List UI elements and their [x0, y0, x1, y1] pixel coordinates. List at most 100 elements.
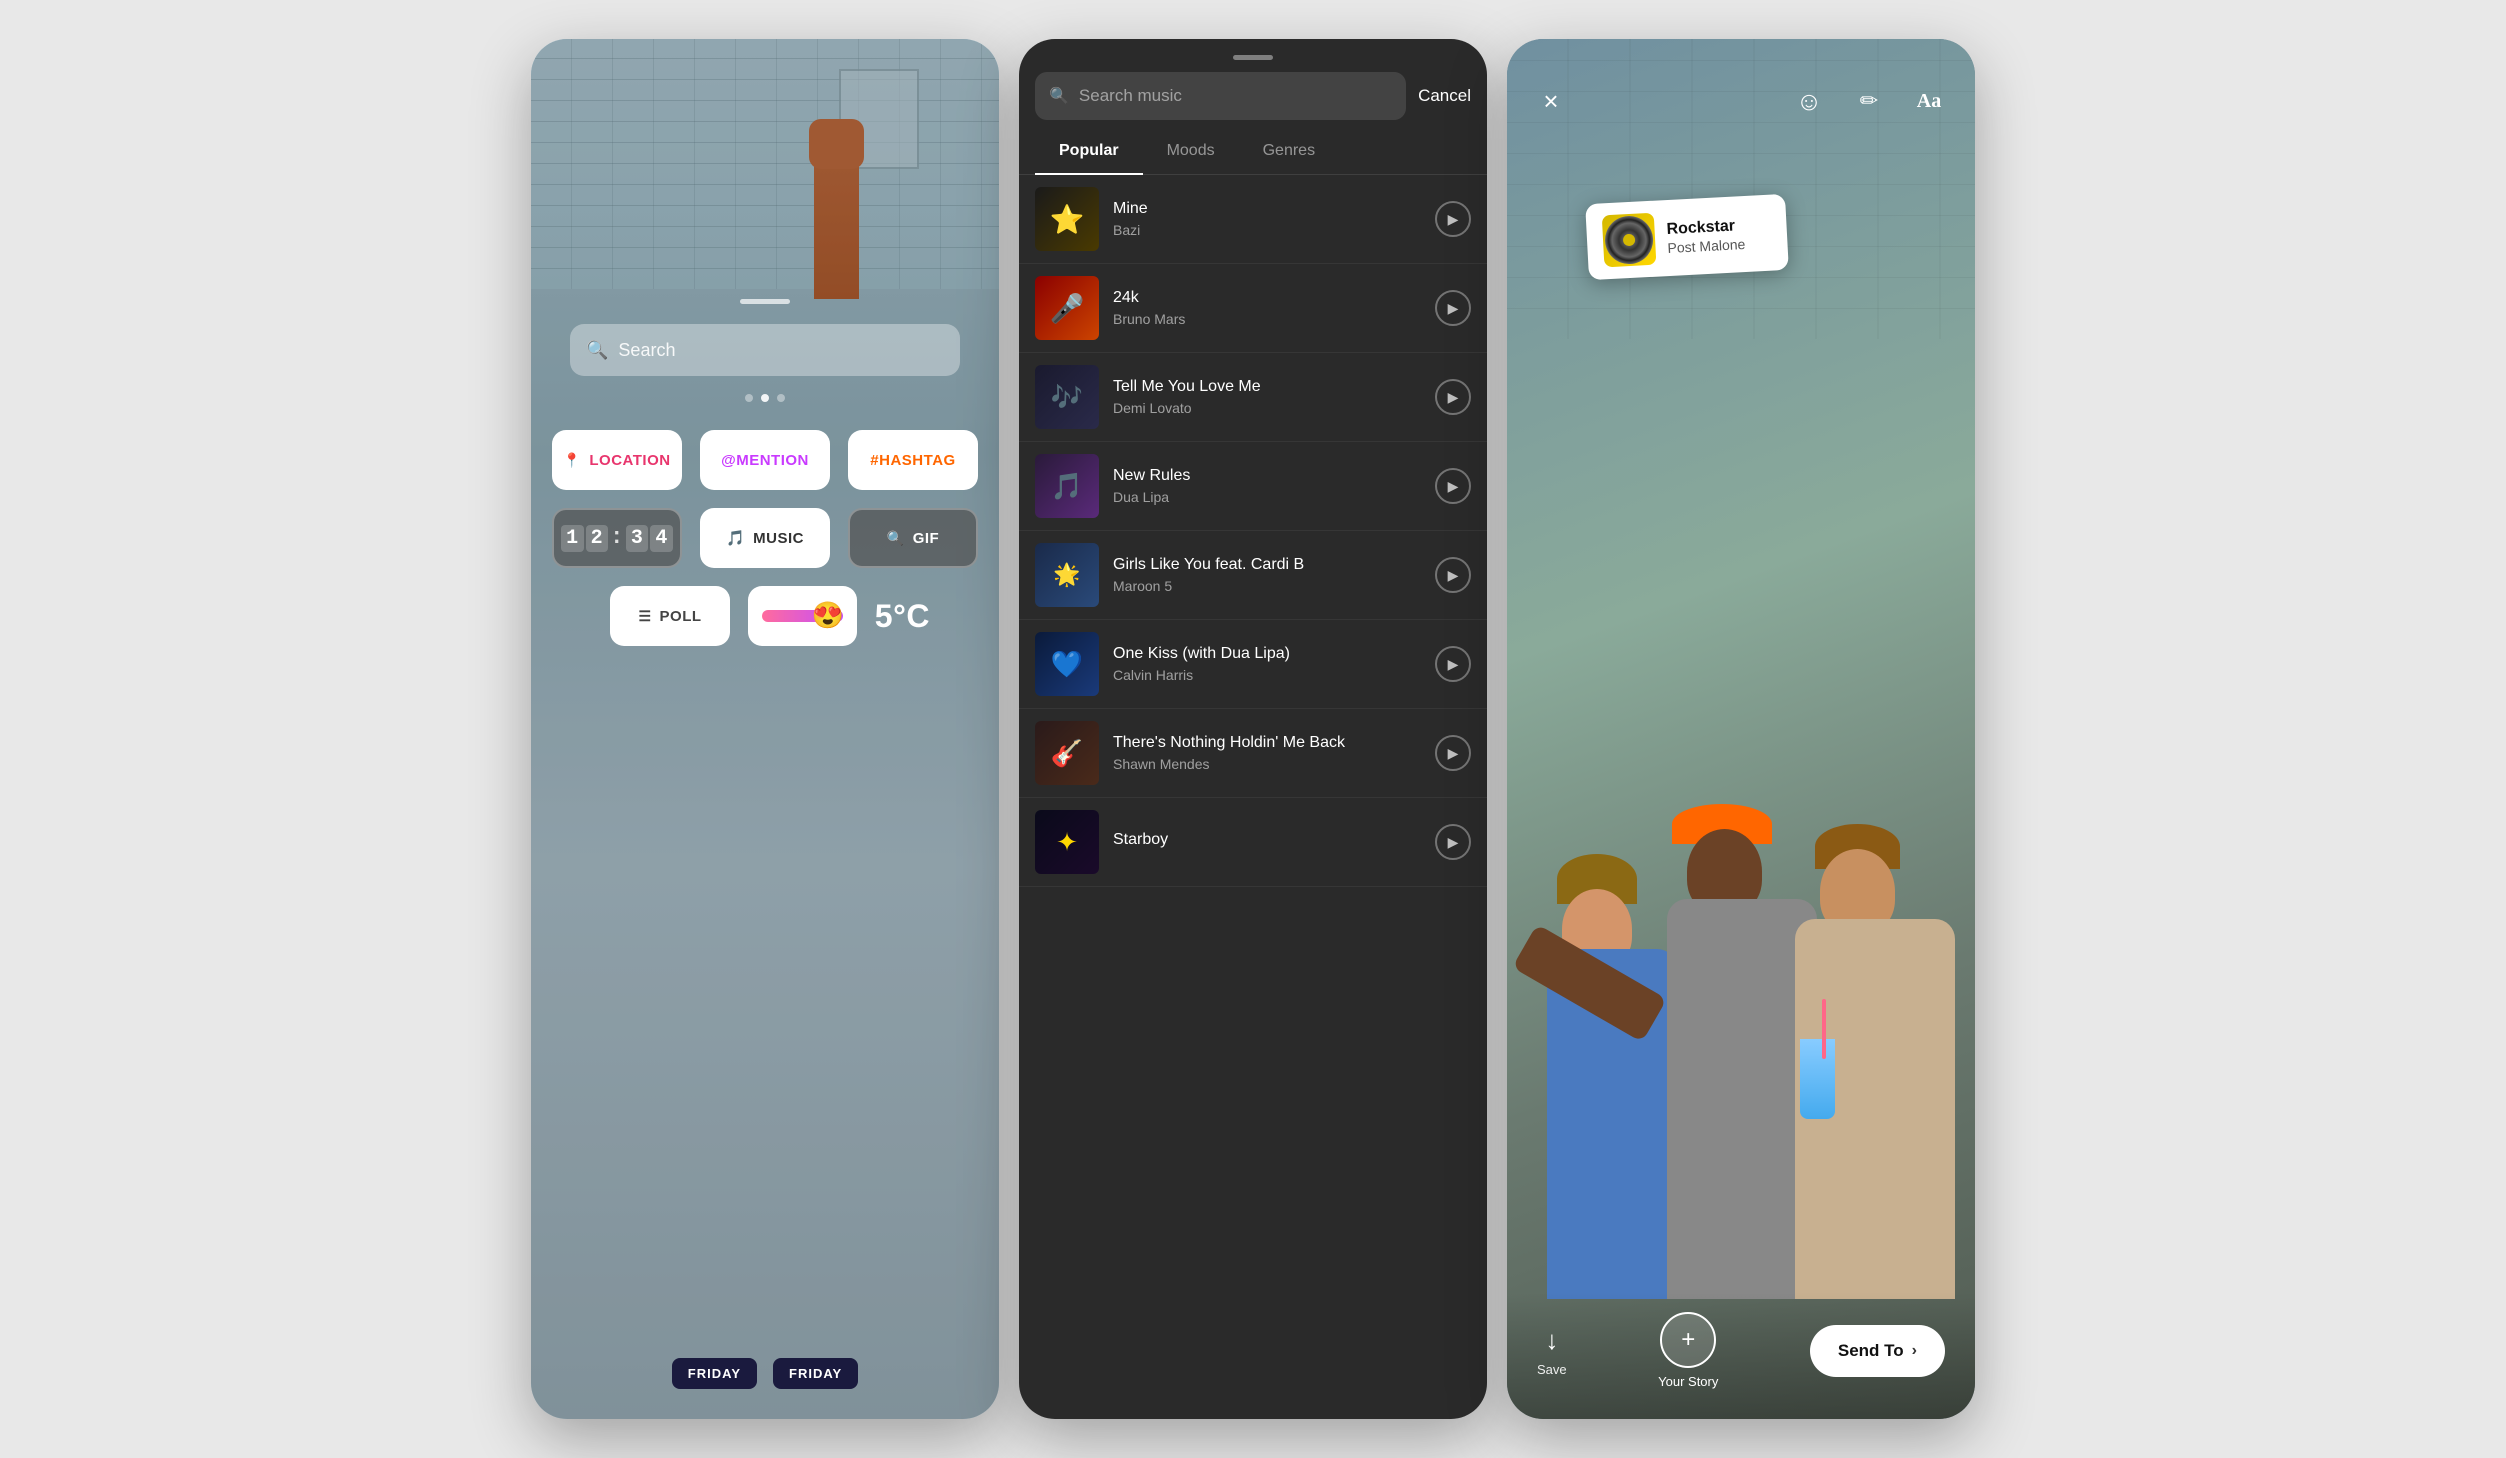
tab-genres-label: Genres [1263, 142, 1315, 159]
play-button-dua[interactable]: ▶ [1435, 468, 1471, 504]
track-artist-calvin: Calvin Harris [1113, 667, 1421, 683]
sticker-grid: 📍 LOCATION @MENTION #HASHTAG 1 2 : 3 4 [532, 430, 998, 568]
track-title-shawn: There's Nothing Holdin' Me Back [1113, 734, 1421, 752]
music-note-icon: 🎵 [726, 529, 745, 547]
track-info-mine: Mine Bazi [1113, 200, 1421, 238]
tab-moods[interactable]: Moods [1143, 128, 1239, 174]
hashtag-label: #HASHTAG [870, 452, 955, 469]
countdown-digits: 1 2 : 3 4 [561, 525, 673, 552]
face-effects-button[interactable]: ☺ [1787, 79, 1831, 123]
play-button-calvin[interactable]: ▶ [1435, 646, 1471, 682]
music-label: MUSIC [753, 530, 804, 547]
cancel-button[interactable]: Cancel [1418, 86, 1471, 106]
sticker-countdown[interactable]: 1 2 : 3 4 [552, 508, 682, 568]
save-icon: ↓ [1545, 1325, 1558, 1356]
digit-3: 3 [626, 525, 649, 552]
play-button-24k[interactable]: ▶ [1435, 290, 1471, 326]
drink-cup [1800, 1039, 1835, 1119]
search-text: Search [618, 340, 675, 361]
text-button[interactable]: Aa [1907, 79, 1951, 123]
track-24k[interactable]: 🎤 24k Bruno Mars ▶ [1019, 264, 1487, 353]
track-info-maroon: Girls Like You feat. Cardi B Maroon 5 [1113, 556, 1421, 594]
panel1-content: 🔍 Search 📍 LOCATION @MENTION #HASHTAG [531, 39, 999, 1419]
sticker-location[interactable]: 📍 LOCATION [552, 430, 682, 490]
friday-text-1: FRIDAY [688, 1366, 741, 1381]
sticker-music[interactable]: 🎵 MUSIC [700, 508, 830, 568]
track-title-mine: Mine [1113, 200, 1421, 218]
pen-icon: ✏ [1860, 88, 1878, 114]
track-mine[interactable]: ⭐ Mine Bazi ▶ [1019, 175, 1487, 264]
track-artist-mine: Bazi [1113, 222, 1421, 238]
sticker-temperature[interactable]: 5°C [875, 586, 930, 646]
album-art-demi: 🎶 [1035, 365, 1099, 429]
story-bottom-bar: ↓ Save + Your Story Send To › [1507, 1292, 1975, 1419]
track-info-starboy: Starboy [1113, 831, 1421, 853]
drag-handle[interactable] [740, 299, 790, 304]
header-right-buttons: ☺ ✏ Aa [1787, 79, 1951, 123]
track-starboy[interactable]: ✦ Starboy ▶ [1019, 798, 1487, 887]
track-title-demi: Tell Me You Love Me [1113, 378, 1421, 396]
music-tabs: Popular Moods Genres [1019, 128, 1487, 175]
cup-straw [1822, 999, 1826, 1059]
track-artist-dua: Dua Lipa [1113, 489, 1421, 505]
poll-lines-icon: ☰ [638, 608, 651, 625]
panel-music-search: 🔍 Search music Cancel Popular Moods Genr… [1019, 39, 1487, 1419]
draw-button[interactable]: ✏ [1847, 79, 1891, 123]
slider-bar: 😍 [762, 610, 843, 622]
story-circle: + [1660, 1312, 1716, 1368]
music-search-box[interactable]: 🔍 Search music [1035, 72, 1406, 120]
track-info-shawn: There's Nothing Holdin' Me Back Shawn Me… [1113, 734, 1421, 772]
panel-sticker-tray: 🔍 Search 📍 LOCATION @MENTION #HASHTAG [531, 39, 999, 1419]
track-calvin[interactable]: 💙 One Kiss (with Dua Lipa) Calvin Harris… [1019, 620, 1487, 709]
tab-popular[interactable]: Popular [1035, 128, 1143, 174]
save-area[interactable]: ↓ Save [1537, 1325, 1567, 1377]
location-icon: 📍 [563, 452, 581, 469]
dot-1 [745, 394, 753, 402]
search-bar[interactable]: 🔍 Search [570, 324, 960, 376]
track-artist-24k: Bruno Mars [1113, 311, 1421, 327]
close-button[interactable]: × [1531, 81, 1571, 121]
tab-moods-label: Moods [1167, 142, 1215, 159]
sheet-handle [1233, 55, 1273, 60]
story-header: × ☺ ✏ Aa [1507, 39, 1975, 143]
play-button-shawn[interactable]: ▶ [1435, 735, 1471, 771]
music-sticker-art [1602, 213, 1657, 268]
track-maroon[interactable]: 🌟 Girls Like You feat. Cardi B Maroon 5 … [1019, 531, 1487, 620]
track-info-demi: Tell Me You Love Me Demi Lovato [1113, 378, 1421, 416]
track-artist-shawn: Shawn Mendes [1113, 756, 1421, 772]
search-icon: 🔍 [586, 340, 608, 361]
dot-2 [761, 394, 769, 402]
poll-label: POLL [660, 608, 702, 625]
your-story-area[interactable]: + Your Story [1658, 1312, 1718, 1389]
sticker-mention[interactable]: @MENTION [700, 430, 830, 490]
music-sticker-info: Rockstar Post Malone [1666, 215, 1772, 256]
bottom-row: ↓ Save + Your Story Send To › [1537, 1312, 1945, 1389]
handle-area [1019, 39, 1487, 72]
search-icon: 🔍 [1049, 86, 1069, 106]
play-button-maroon[interactable]: ▶ [1435, 557, 1471, 593]
track-list: ⭐ Mine Bazi ▶ 🎤 24k Bruno Mars ▶ 🎶 [1019, 175, 1487, 1419]
track-demi[interactable]: 🎶 Tell Me You Love Me Demi Lovato ▶ [1019, 353, 1487, 442]
digit-2: 2 [586, 525, 609, 552]
album-art-calvin: 💙 [1035, 632, 1099, 696]
send-to-label: Send To [1838, 1341, 1904, 1361]
track-shawn[interactable]: 🎸 There's Nothing Holdin' Me Back Shawn … [1019, 709, 1487, 798]
sticker-poll[interactable]: ☰ POLL [610, 586, 730, 646]
sticker-emoji-slider[interactable]: 😍 [748, 586, 857, 646]
dot-3 [777, 394, 785, 402]
track-title-24k: 24k [1113, 289, 1421, 307]
sticker-gif[interactable]: 🔍 GIF [848, 508, 978, 568]
sticker-hashtag[interactable]: #HASHTAG [848, 430, 978, 490]
play-button-starboy[interactable]: ▶ [1435, 824, 1471, 860]
vinyl-disc [1604, 215, 1654, 265]
track-title-calvin: One Kiss (with Dua Lipa) [1113, 645, 1421, 663]
face-icon: ☺ [1796, 86, 1823, 117]
tab-genres[interactable]: Genres [1239, 128, 1339, 174]
track-dua[interactable]: 🎵 New Rules Dua Lipa ▶ [1019, 442, 1487, 531]
send-to-button[interactable]: Send To › [1810, 1325, 1945, 1377]
digit-4: 4 [650, 525, 673, 552]
music-sticker[interactable]: Rockstar Post Malone [1585, 194, 1789, 280]
play-button-mine[interactable]: ▶ [1435, 201, 1471, 237]
album-art-24k: 🎤 [1035, 276, 1099, 340]
play-button-demi[interactable]: ▶ [1435, 379, 1471, 415]
